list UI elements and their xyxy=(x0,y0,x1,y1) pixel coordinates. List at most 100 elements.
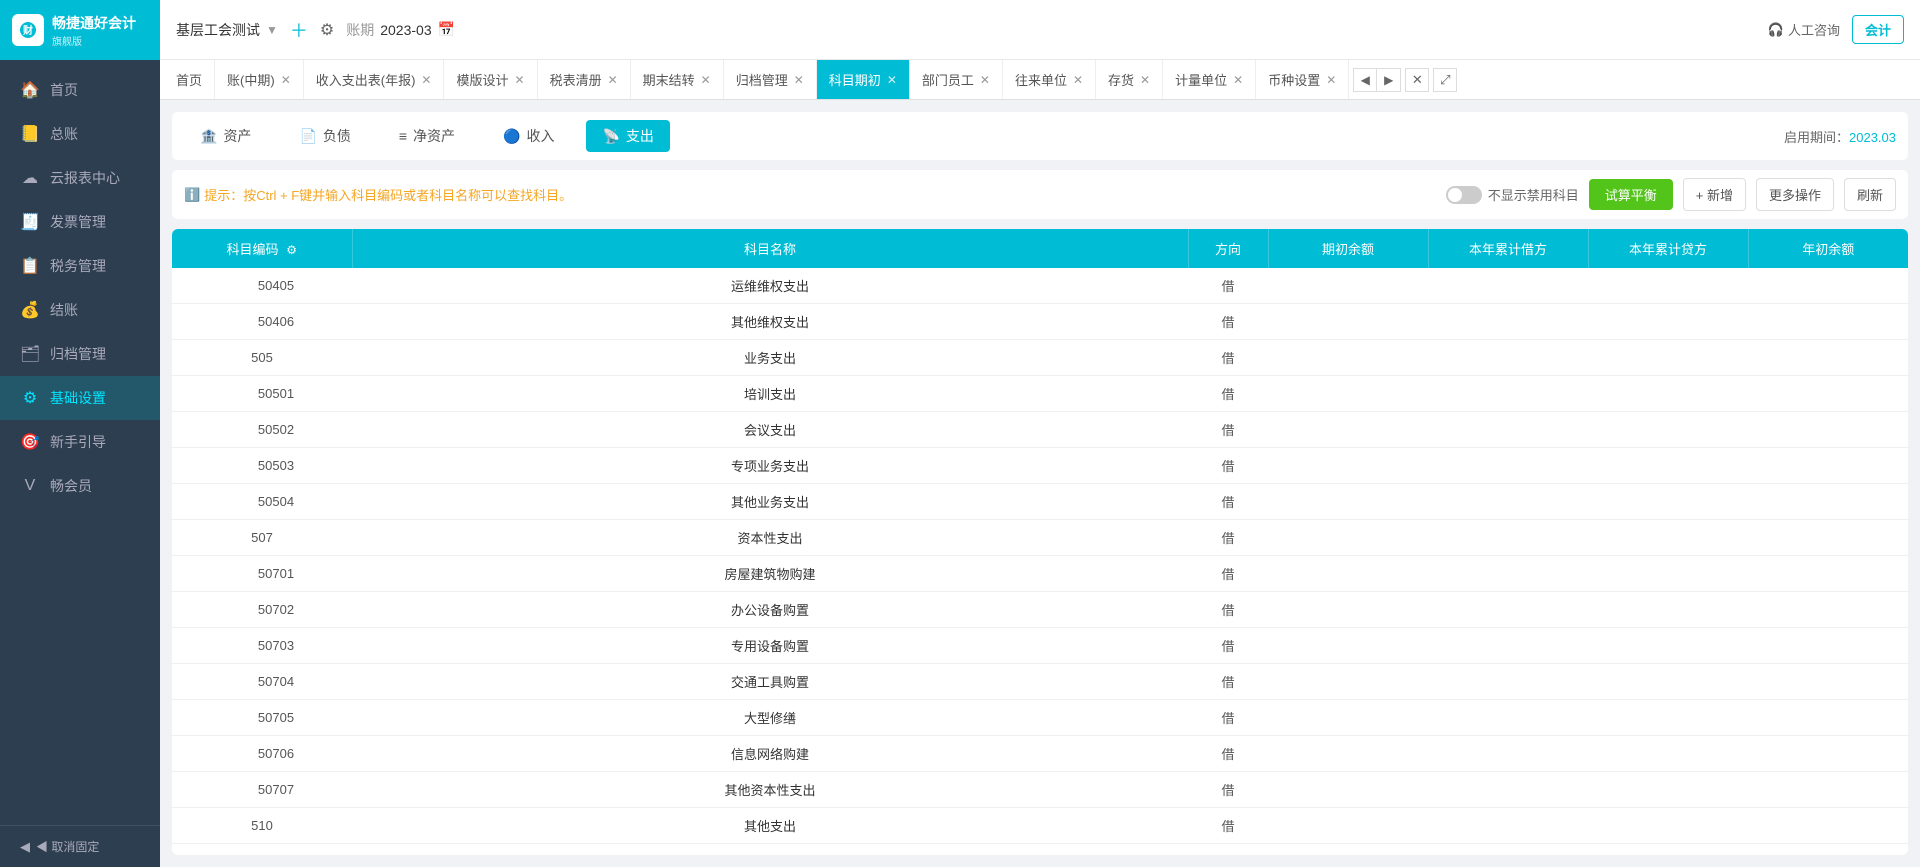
add-project-button[interactable]: ＋ xyxy=(290,17,308,43)
cell-code: 50707 xyxy=(172,772,352,808)
sidebar-item-归档管理[interactable]: 🗂归档管理 xyxy=(0,332,160,376)
tab-收入支出表(年报)[interactable]: 收入支出表(年报)✕ xyxy=(304,60,445,100)
table-row[interactable]: 50706 信息网络购建 借 xyxy=(172,736,1908,772)
tab-科目期初[interactable]: 科目期初✕ xyxy=(817,60,910,100)
tab-close-icon[interactable]: ✕ xyxy=(701,73,711,87)
project-selector[interactable]: 基层工会测试 ▼ xyxy=(176,20,278,40)
sidebar-item-基础设置[interactable]: ⚙基础设置 xyxy=(0,376,160,420)
cat-tab-icon: ≡ xyxy=(399,128,407,144)
tab-首页[interactable]: 首页 xyxy=(164,60,215,100)
cat-tab-资产[interactable]: 🏦资产 xyxy=(184,120,267,152)
cell-debit xyxy=(1428,412,1588,448)
cell-debit xyxy=(1428,556,1588,592)
cell-balance xyxy=(1268,376,1428,412)
cat-tab-支出[interactable]: 📡支出 xyxy=(586,120,669,152)
cell-debit xyxy=(1428,340,1588,376)
tab-账(中期)[interactable]: 账(中期)✕ xyxy=(215,60,304,100)
cell-credit xyxy=(1588,772,1748,808)
tabbar-next-button[interactable]: ▶ xyxy=(1377,68,1401,92)
tab-close-icon[interactable]: ✕ xyxy=(1233,73,1243,87)
tab-计量单位[interactable]: 计量单位✕ xyxy=(1163,60,1256,100)
service-button[interactable]: 🎧 人工咨询 xyxy=(1768,20,1840,39)
cat-tab-负债[interactable]: 📄负债 xyxy=(283,120,366,152)
tab-close-icon[interactable]: ✕ xyxy=(1073,73,1083,87)
tab-label: 税表清册 xyxy=(550,70,602,89)
cell-dir: 借 xyxy=(1188,484,1268,520)
sidebar-item-新手引导[interactable]: 🎯新手引导 xyxy=(0,420,160,464)
cell-balance xyxy=(1268,592,1428,628)
table-row[interactable]: 50502 会议支出 借 xyxy=(172,412,1908,448)
table-row[interactable]: 50503 专项业务支出 借 xyxy=(172,448,1908,484)
tab-往来单位[interactable]: 往来单位✕ xyxy=(1003,60,1096,100)
tabbar: 首页账(中期)✕收入支出表(年报)✕模版设计✕税表清册✕期末结转✕归档管理✕科目… xyxy=(160,60,1920,100)
table-row[interactable]: 510 其他支出 借 xyxy=(172,808,1908,844)
tabbar-close-button[interactable]: ✕ xyxy=(1405,68,1429,92)
table-row[interactable]: 50406 其他维权支出 借 xyxy=(172,304,1908,340)
sidebar-item-发票管理[interactable]: 🧾发票管理 xyxy=(0,200,160,244)
cat-tab-净资产[interactable]: ≡净资产 xyxy=(383,120,471,152)
disable-toggle[interactable]: 不显示禁用科目 xyxy=(1446,185,1579,204)
cell-debit xyxy=(1428,628,1588,664)
refresh-button[interactable]: 刷新 xyxy=(1844,178,1896,211)
sidebar-item-畅会员[interactable]: V畅会员 xyxy=(0,464,160,508)
kuaiji-button[interactable]: 会计 xyxy=(1852,15,1904,44)
more-button[interactable]: 更多操作 xyxy=(1756,178,1834,211)
logo-icon: 财 xyxy=(12,14,44,46)
table-row[interactable]: 50707 其他资本性支出 借 xyxy=(172,772,1908,808)
sidebar-item-首页[interactable]: 🏠首页 xyxy=(0,68,160,112)
cat-tab-收入[interactable]: 🔵收入 xyxy=(487,120,570,152)
service-label: 人工咨询 xyxy=(1788,20,1840,39)
sidebar-item-总账[interactable]: 📒总账 xyxy=(0,112,160,156)
tab-期末结转[interactable]: 期末结转✕ xyxy=(631,60,724,100)
cell-name: 运维维权支出 xyxy=(352,268,1188,304)
logo-title: 畅捷通好会计 xyxy=(52,13,136,33)
tab-close-icon[interactable]: ✕ xyxy=(887,73,897,87)
tab-close-icon[interactable]: ✕ xyxy=(980,73,990,87)
cell-debit xyxy=(1428,268,1588,304)
sidebar-item-税务管理[interactable]: 📋税务管理 xyxy=(0,244,160,288)
toolbar: ℹ️ 提示：按Ctrl + F键并输入科目编码或者科目名称可以查找科目。 不显示… xyxy=(172,170,1908,219)
sidebar-item-结账[interactable]: 💰结账 xyxy=(0,288,160,332)
table-container[interactable]: 科目编码 ⚙ 科目名称 方向 期初余额 本年累计借方 本年累计贷方 年初余额 xyxy=(172,229,1908,855)
table-row[interactable]: 50705 大型修缮 借 xyxy=(172,700,1908,736)
sidebar-collapse[interactable]: ◀ ◀ 取消固定 xyxy=(0,825,160,867)
table-row[interactable]: 50501 培训支出 借 xyxy=(172,376,1908,412)
tabbar-prev-button[interactable]: ◀ xyxy=(1353,68,1377,92)
cell-dir: 借 xyxy=(1188,340,1268,376)
table-row[interactable]: 507 资本性支出 借 xyxy=(172,520,1908,556)
table-row[interactable]: 50504 其他业务支出 借 xyxy=(172,484,1908,520)
tab-close-icon[interactable]: ✕ xyxy=(515,73,525,87)
table-row[interactable]: 505 业务支出 借 xyxy=(172,340,1908,376)
table-row[interactable]: 50405 运维维权支出 借 xyxy=(172,268,1908,304)
tab-存货[interactable]: 存货✕ xyxy=(1096,60,1163,100)
cell-dir: 借 xyxy=(1188,556,1268,592)
tab-归档管理[interactable]: 归档管理✕ xyxy=(724,60,817,100)
period-selector[interactable]: 账期 2023-03 📅 xyxy=(346,20,455,40)
tab-close-icon[interactable]: ✕ xyxy=(1140,73,1150,87)
cell-name: 其他资本性支出 xyxy=(352,772,1188,808)
settings-icon[interactable]: ⚙ xyxy=(320,20,334,40)
tab-税表清册[interactable]: 税表清册 ✕ xyxy=(538,60,631,100)
add-button[interactable]: + 新增 xyxy=(1683,178,1746,211)
table-row[interactable]: 50702 办公设备购置 借 xyxy=(172,592,1908,628)
cell-credit xyxy=(1588,556,1748,592)
table-row[interactable]: 50703 专用设备购置 借 xyxy=(172,628,1908,664)
tab-币种设置[interactable]: 币种设置 ✕ xyxy=(1256,60,1349,100)
tab-close-icon[interactable]: ✕ xyxy=(281,73,291,87)
tab-close-icon[interactable]: ✕ xyxy=(608,73,618,87)
table-row[interactable]: 50701 房屋建筑物购建 借 xyxy=(172,556,1908,592)
tab-部门员工[interactable]: 部门员工✕ xyxy=(910,60,1003,100)
cell-dir: 借 xyxy=(1188,736,1268,772)
tabbar-expand-button[interactable]: ⤢ xyxy=(1433,68,1457,92)
tab-close-icon[interactable]: ✕ xyxy=(421,73,431,87)
tab-label: 币种设置 xyxy=(1268,70,1320,89)
tab-close-icon[interactable]: ✕ xyxy=(1326,73,1336,87)
toggle-switch[interactable] xyxy=(1446,186,1482,204)
gear-icon[interactable]: ⚙ xyxy=(286,243,297,257)
tab-close-icon[interactable]: ✕ xyxy=(794,73,804,87)
sidebar-item-云报表中心[interactable]: ☁云报表中心 xyxy=(0,156,160,200)
balance-button[interactable]: 试算平衡 xyxy=(1589,179,1673,210)
cell-year xyxy=(1748,808,1908,844)
table-row[interactable]: 50704 交通工具购置 借 xyxy=(172,664,1908,700)
tab-模版设计[interactable]: 模版设计✕ xyxy=(444,60,537,100)
